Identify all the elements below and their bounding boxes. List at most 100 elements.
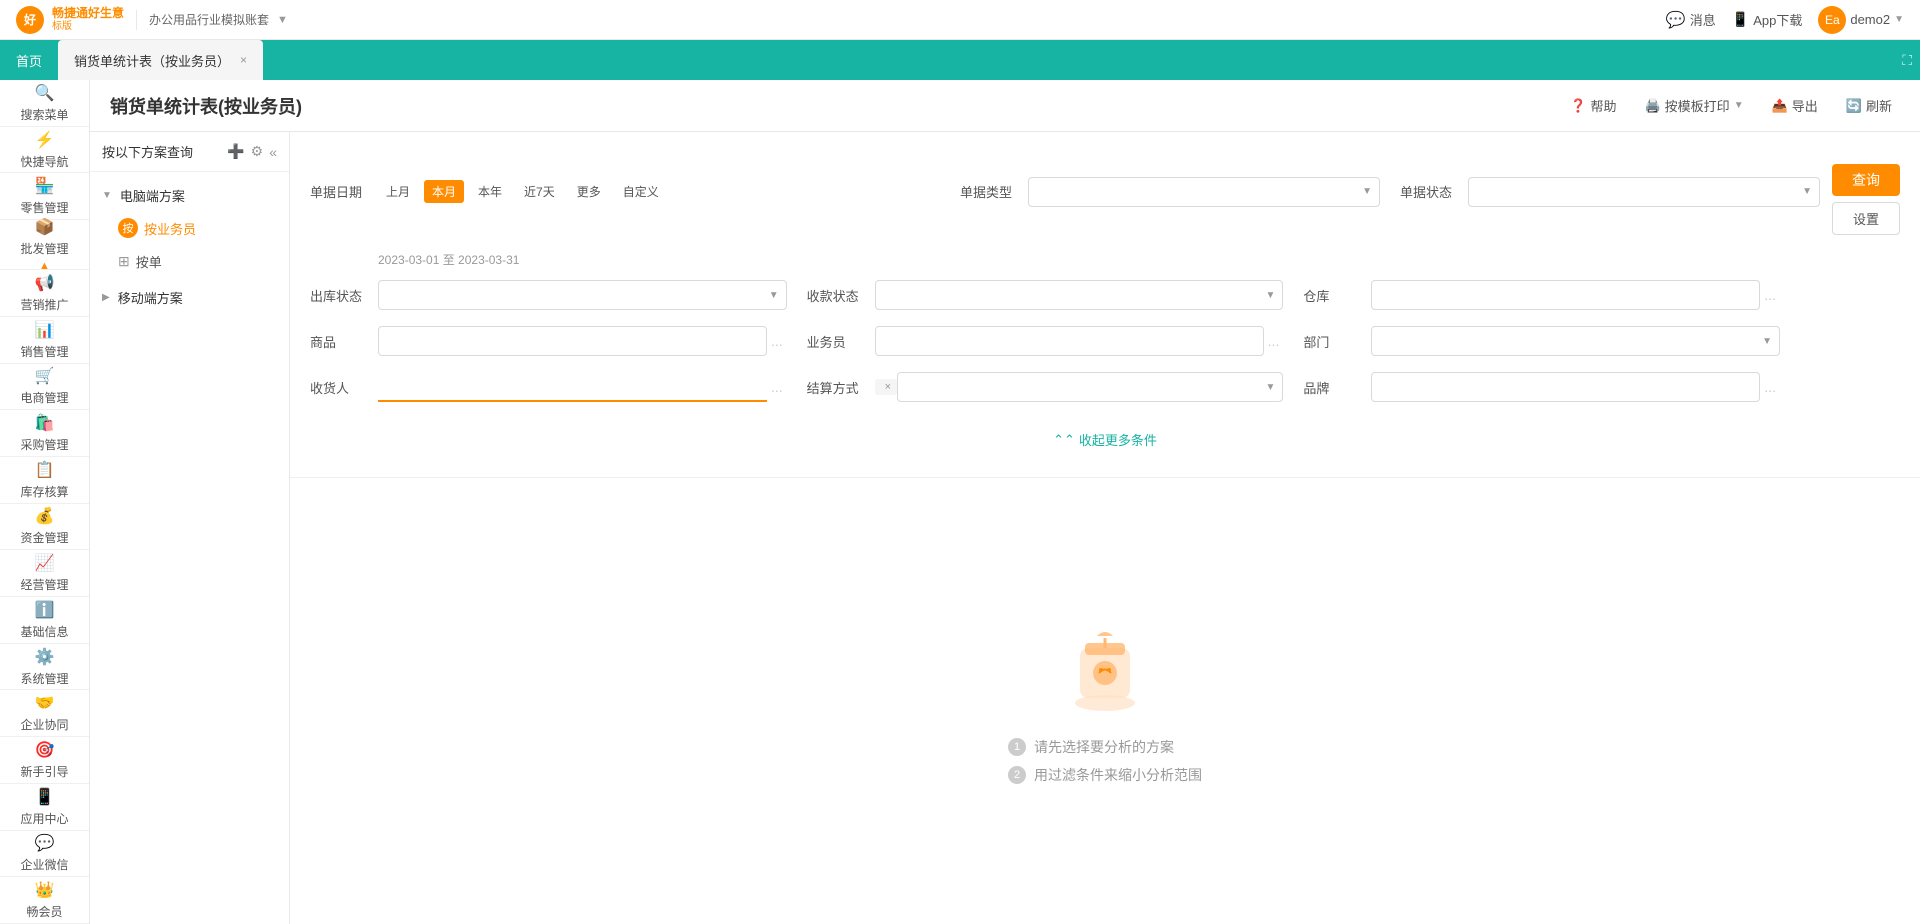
sidebar-item-retail[interactable]: 🏪 零售管理 — [0, 173, 89, 220]
date-btn-more[interactable]: 更多 — [569, 180, 609, 203]
date-range-display: 2023-03-01 至 2023-03-31 — [378, 251, 1900, 268]
export-btn[interactable]: 📤 导出 — [1764, 92, 1826, 119]
tree-item-by-order[interactable]: ⊞ 按单 — [90, 245, 289, 278]
filter-item-salesperson: 业务员 ... — [807, 326, 1284, 356]
topbar: 好 畅捷通好生意 标版 办公用品行业模拟账套 ▼ 💬 消息 📱 App下载 Ea… — [0, 0, 1920, 40]
sidebar-item-onboarding[interactable]: 🎯 新手引导 — [0, 737, 89, 784]
product-input[interactable] — [378, 326, 767, 356]
add-scheme-icon[interactable]: ➕ — [227, 143, 244, 160]
product-dots[interactable]: ... — [767, 333, 787, 349]
maximize-btn[interactable]: ⛶ — [1902, 52, 1912, 69]
refresh-btn[interactable]: 🔄 刷新 — [1838, 92, 1900, 119]
finance-icon: 💰 — [35, 506, 55, 526]
tab-sales-stat-label: 销货单统计表（按业务员） — [74, 51, 230, 70]
filter-item-doc-status: 单据状态 ▼ — [1400, 177, 1820, 207]
warehouse-input[interactable] — [1371, 280, 1760, 310]
date-btn-this-year[interactable]: 本年 — [470, 180, 510, 203]
tab-home[interactable]: 首页 — [0, 40, 58, 80]
sidebar-item-enterprise[interactable]: 🤝 企业协同 — [0, 690, 89, 737]
date-btn-last-7-days[interactable]: 近7天 — [516, 180, 563, 203]
collapse-scheme-icon[interactable]: « — [269, 144, 277, 160]
filter-item-warehouse: 仓库 ... — [1303, 280, 1780, 310]
sidebar-item-finance[interactable]: 💰 资金管理 — [0, 504, 89, 551]
template-print-btn[interactable]: 🖨️ 按模板打印 ▼ — [1636, 92, 1751, 119]
sidebar-item-purchase[interactable]: 🛍️ 采购管理 — [0, 410, 89, 457]
sidebar-item-ecommerce[interactable]: 🛒 电商管理 — [0, 364, 89, 411]
sales-icon: 📊 — [35, 320, 55, 340]
date-btn-custom[interactable]: 自定义 — [615, 180, 667, 203]
date-btn-last-month[interactable]: 上月 — [378, 180, 418, 203]
sidebar-item-sales[interactable]: 📊 销售管理 — [0, 317, 89, 364]
tab-close-icon[interactable]: × — [240, 53, 247, 67]
topbar-left: 好 畅捷通好生意 标版 办公用品行业模拟账套 ▼ — [16, 6, 288, 34]
sidebar-item-system[interactable]: ⚙️ 系统管理 — [0, 644, 89, 691]
salesperson-control: ... — [875, 326, 1284, 356]
member-icon: 👑 — [35, 880, 55, 900]
sidebar-item-operation[interactable]: 📈 经营管理 — [0, 550, 89, 597]
ecommerce-icon: 🛒 — [35, 366, 55, 386]
sidebar-item-inventory[interactable]: 📋 库存核算 — [0, 457, 89, 504]
sidebar-item-quick-nav[interactable]: ⚡ 快捷导航 — [0, 127, 89, 174]
sidebar-item-search[interactable]: 🔍 搜索菜单 — [0, 80, 89, 127]
salesperson-dots[interactable]: ... — [1264, 333, 1284, 349]
filter-row-2: 出库状态 ▼ 收款状态 — [310, 280, 1900, 310]
filter-row-3: 商品 ... 业务员 ... — [310, 326, 1900, 356]
filter-item-receipt-status: 收款状态 ▼ — [807, 280, 1284, 310]
receipt-status-select[interactable] — [875, 280, 1284, 310]
onboarding-icon: 🎯 — [35, 740, 55, 760]
settings-scheme-icon[interactable]: ⚙ — [251, 143, 264, 160]
sidebar-operation-label: 经营管理 — [20, 576, 68, 593]
recipient-input[interactable] — [378, 372, 767, 402]
topbar-separator — [136, 10, 137, 30]
warehouse-dots[interactable]: ... — [1760, 287, 1780, 303]
filter-item-payment: 结算方式 × ▼ — [807, 372, 1284, 402]
sidebar-basic-info-label: 基础信息 — [20, 623, 68, 640]
print-icon: 🖨️ — [1644, 98, 1660, 114]
refresh-icon: 🔄 — [1846, 98, 1862, 114]
main-layout: 🔍 搜索菜单 ⚡ 快捷导航 🏪 零售管理 📦 批发管理 ▲ 📢 营销推广 📊 销… — [0, 80, 1920, 924]
action-btns: 查询 设置 — [1820, 148, 1900, 235]
sidebar-item-basic-info[interactable]: ℹ️ 基础信息 — [0, 597, 89, 644]
tree-group-mobile: ▶ 移动端方案 — [90, 282, 289, 313]
sidebar-item-wechat[interactable]: 💬 企业微信 — [0, 831, 89, 878]
brand-input[interactable] — [1371, 372, 1760, 402]
tree-item-salesperson[interactable]: 按 按业务员 — [90, 211, 289, 245]
breadcrumb-label: 办公用品行业模拟账套 — [149, 11, 269, 28]
doc-type-select[interactable] — [1028, 177, 1380, 207]
sidebar-retail-label: 零售管理 — [20, 199, 68, 216]
help-btn[interactable]: ❓ 帮助 — [1562, 92, 1624, 119]
date-control: 上月 本月 本年 近7天 更多 自定义 — [378, 180, 940, 203]
out-status-select[interactable] — [378, 280, 787, 310]
tree-group-desktop-header[interactable]: ▼ 电脑端方案 — [90, 180, 289, 211]
user-area[interactable]: Ea demo2 ▼ — [1818, 6, 1904, 34]
brand-name: 畅捷通好生意 — [52, 6, 124, 20]
sidebar-search-label: 搜索菜单 — [20, 106, 68, 123]
recipient-dots[interactable]: ... — [767, 379, 787, 395]
payment-select[interactable] — [897, 372, 1283, 402]
payment-tag-close[interactable]: × — [885, 381, 891, 393]
query-button[interactable]: 查询 — [1832, 164, 1900, 196]
app-download-btn[interactable]: 📱 App下载 — [1732, 10, 1803, 29]
date-btn-this-month[interactable]: 本月 — [424, 180, 464, 203]
salesperson-scheme-icon: 按 — [118, 218, 138, 238]
sidebar-purchase-label: 采购管理 — [20, 436, 68, 453]
scheme-tree: ▼ 电脑端方案 按 按业务员 ⊞ 按单 — [90, 172, 289, 924]
sidebar-item-member[interactable]: 👑 畅会员 — [0, 877, 89, 924]
inventory-icon: 📋 — [35, 460, 55, 480]
sidebar-item-marketing[interactable]: 📢 营销推广 — [0, 270, 89, 317]
doc-status-select[interactable] — [1468, 177, 1820, 207]
page-actions: ❓ 帮助 🖨️ 按模板打印 ▼ 📤 导出 🔄 刷新 — [1562, 92, 1900, 119]
tab-sales-stat[interactable]: 销货单统计表（按业务员） × — [58, 40, 263, 80]
collapse-btn[interactable]: ⌃⌃ 收起更多条件 — [1041, 426, 1169, 453]
salesperson-input[interactable] — [875, 326, 1264, 356]
sidebar-item-wholesale[interactable]: 📦 批发管理 ▲ — [0, 220, 89, 270]
filter-item-doc-type: 单据类型 ▼ — [960, 177, 1380, 207]
settings-button[interactable]: 设置 — [1832, 202, 1900, 235]
dept-label: 部门 — [1303, 332, 1363, 351]
brand-dots[interactable]: ... — [1760, 379, 1780, 395]
message-btn[interactable]: 💬 消息 — [1666, 10, 1716, 30]
sidebar-item-app-center[interactable]: 📱 应用中心 — [0, 784, 89, 831]
tree-group-mobile-header[interactable]: ▶ 移动端方案 — [90, 282, 289, 313]
system-icon: ⚙️ — [35, 647, 55, 667]
dept-select[interactable] — [1371, 326, 1780, 356]
